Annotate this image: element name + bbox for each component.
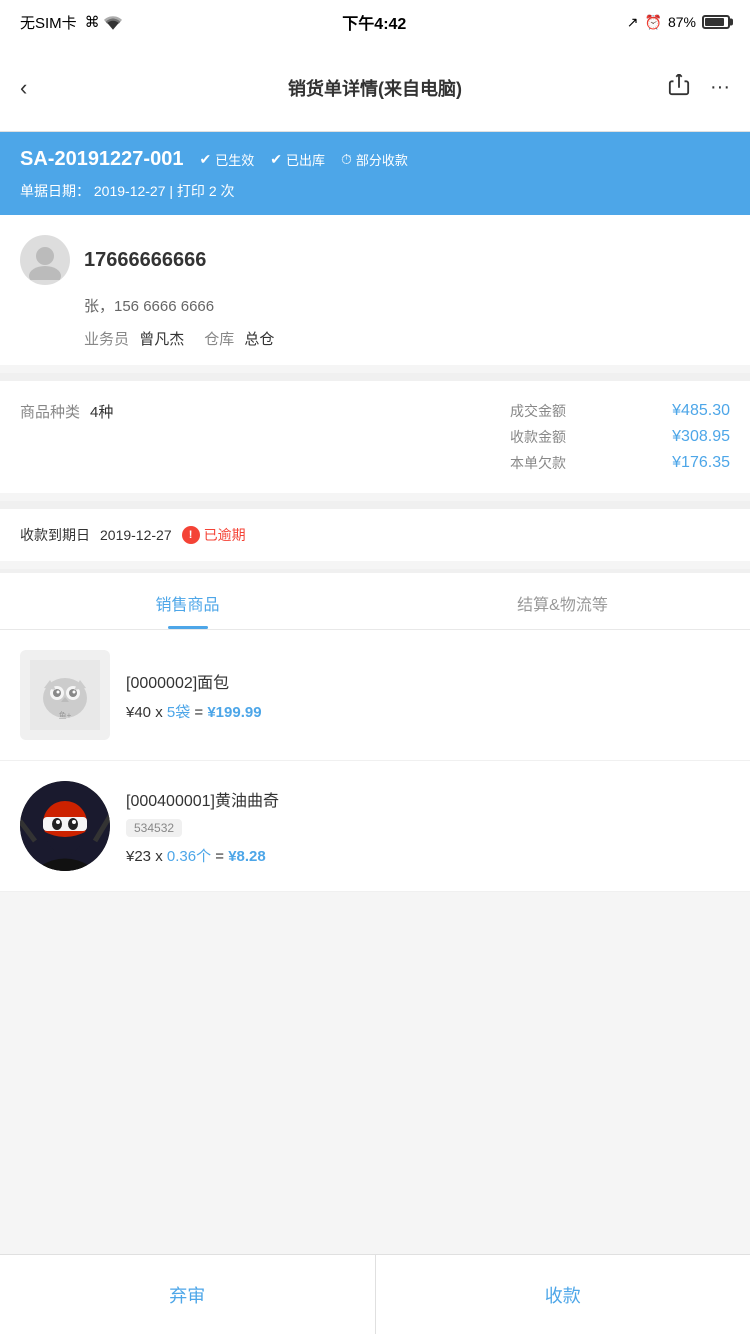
section-divider-1 [0,373,750,381]
transaction-row: 成交金额 ¥485.30 [510,401,730,421]
payment-due-label: 收款到期日 [20,525,90,545]
product-name-bread: [0000002]面包 [126,669,730,693]
abandon-review-button[interactable]: 弃审 [0,1255,376,1334]
tab-settlement-logistics[interactable]: 结算&物流等 [375,573,750,629]
customer-section: 17666666666 张，156 6666 6666 业务员 曾凡杰 仓库 总… [0,215,750,365]
collect-payment-button[interactable]: 收款 [376,1255,750,1334]
share-button[interactable] [668,74,690,102]
avatar [20,235,70,285]
product-tag-cookies: 534532 [126,819,182,837]
order-date-info: 单据日期： 2019-12-27 | 打印 2 次 [20,181,730,201]
carrier-text: 无SIM卡 [20,12,77,33]
products-list: 鱼+ [0000002]面包 ¥40 x 5袋 = ¥199.99 [0,630,750,892]
section-divider-2 [0,501,750,509]
battery-percentage: 87% [668,14,696,30]
status-badge-outbound: ✔ 已出库 [270,150,325,169]
customer-name-phone: 张，156 6666 6666 [20,295,730,316]
received-amount: ¥308.95 [672,428,730,446]
stats-section: 商品种类 4种 成交金额 ¥485.30 收款金额 ¥308.95 本单欠款 ¥… [0,381,750,493]
tabs-section: 销售商品 结算&物流等 [0,573,750,630]
bottom-bar: 弃审 收款 [0,1254,750,1334]
payment-due-section: 收款到期日 2019-12-27 ! 已逾期 [0,509,750,561]
warehouse-info: 仓库 总仓 [204,328,274,349]
order-header-banner: SA-20191227-001 ✔ 已生效 ✔ 已出库 ⏱ 部分收款 单据日期：… [0,132,750,215]
product-types-label: 商品种类 [20,401,80,422]
transaction-label: 成交金额 [510,401,566,421]
product-info-bread: [0000002]面包 ¥40 x 5袋 = ¥199.99 [126,669,730,722]
tabs-row: 销售商品 结算&物流等 [0,573,750,629]
product-total-cookies: ¥8.28 [228,848,266,865]
nav-bar: ‹ 销货单详情(来自电脑) ··· [0,44,750,132]
product-item-cookies: [000400001]黄油曲奇 534532 ¥23 x 0.36个 = ¥8.… [0,761,750,892]
financial-stats: 成交金额 ¥485.30 收款金额 ¥308.95 本单欠款 ¥176.35 [510,401,730,473]
order-id: SA-20191227-001 [20,148,183,171]
status-time: 下午4:42 [342,10,406,34]
product-item-bread: 鱼+ [0000002]面包 ¥40 x 5袋 = ¥199.99 [0,630,750,761]
svg-text:鱼+: 鱼+ [59,710,72,720]
transaction-amount: ¥485.30 [672,402,730,420]
product-name-cookies: [000400001]黄油曲奇 [126,787,730,811]
product-price-cookies: ¥23 x 0.36个 = ¥8.28 [126,845,730,866]
received-label: 收款金额 [510,427,566,447]
overdue-badge: ! 已逾期 [182,525,246,545]
alarm-icon: ⏰ [645,14,662,31]
customer-meta: 业务员 曾凡杰 仓库 总仓 [20,328,730,349]
product-total-bread: ¥199.99 [207,704,261,721]
status-badge-effective: ✔ 已生效 [199,150,254,169]
customer-phone: 17666666666 [84,249,206,272]
location-icon: ↗ [627,14,639,31]
payment-due-date: 2019-12-27 [100,527,172,543]
product-types-value: 4种 [90,401,113,422]
product-thumb-cookies [20,781,110,871]
wifi-icon: ⌘ [85,13,122,31]
page-title: 销货单详情(来自电脑) [288,75,462,101]
status-badge-partial: ⏱ 部分收款 [341,150,408,169]
overdue-icon: ! [182,526,200,544]
status-right: ↗ ⏰ 87% [627,14,730,31]
tab-sales-products[interactable]: 销售商品 [0,573,375,629]
nav-actions: ··· [668,74,730,102]
status-bar: 无SIM卡 ⌘ 下午4:42 ↗ ⏰ 87% [0,0,750,44]
debt-label: 本单欠款 [510,453,566,473]
battery-icon [702,15,730,29]
debt-row: 本单欠款 ¥176.35 [510,453,730,473]
received-row: 收款金额 ¥308.95 [510,427,730,447]
product-thumb-bread: 鱼+ [20,650,110,740]
product-info-cookies: [000400001]黄油曲奇 534532 ¥23 x 0.36个 = ¥8.… [126,787,730,866]
product-qty-cookies: 0.36个 [167,848,211,865]
check-icon-2: ✔ [270,151,282,168]
product-price-bread: ¥40 x 5袋 = ¥199.99 [126,701,730,722]
check-icon-1: ✔ [199,151,211,168]
status-left: 无SIM卡 ⌘ [20,12,122,33]
back-button[interactable]: ‹ [10,65,37,111]
overdue-text: 已逾期 [204,525,246,545]
clock-icon: ⏱ [341,151,352,168]
product-qty-bread: 5袋 [167,704,190,721]
salesman-info: 业务员 曾凡杰 [84,328,184,349]
more-button[interactable]: ··· [710,76,730,99]
debt-amount: ¥176.35 [672,454,730,472]
product-types-info: 商品种类 4种 [20,401,113,422]
